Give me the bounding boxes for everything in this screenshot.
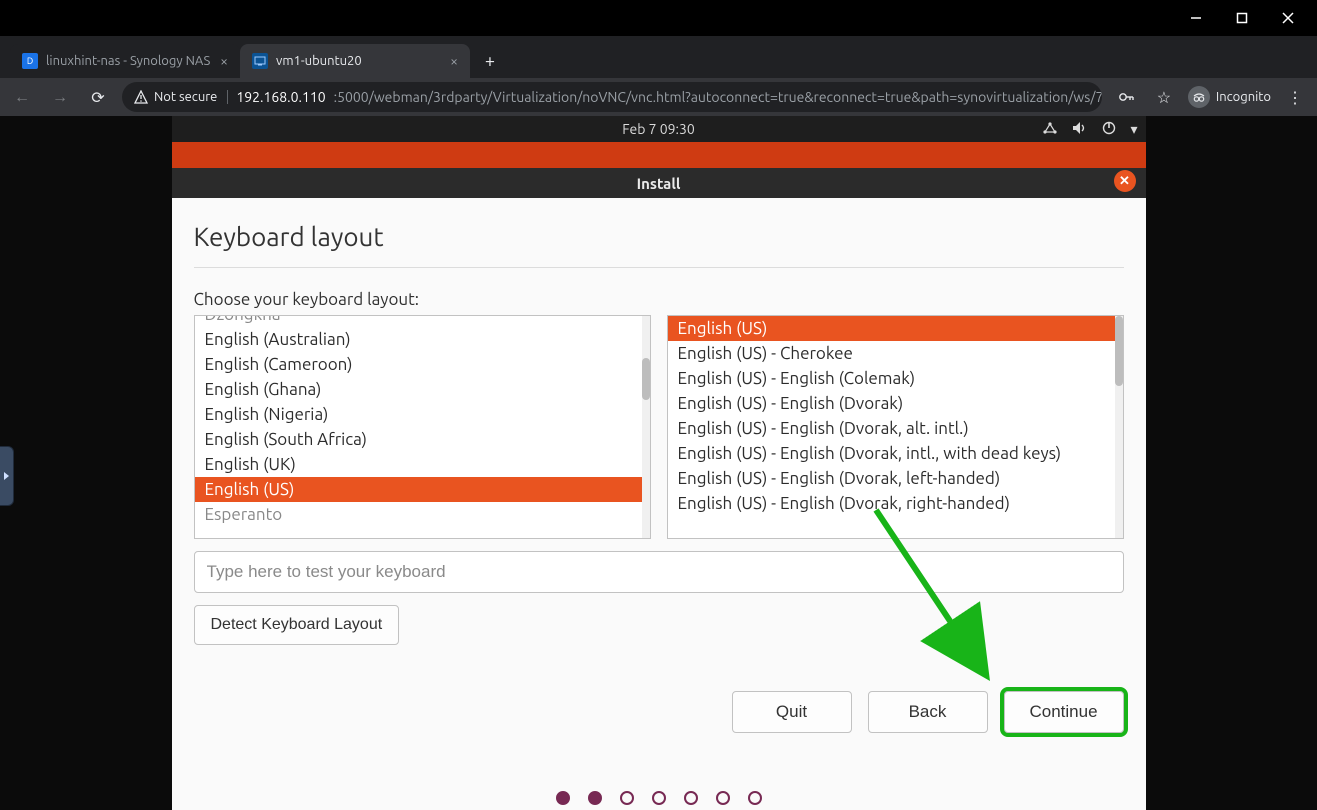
list-item[interactable]: English (Nigeria) xyxy=(195,402,650,427)
step-dot xyxy=(748,791,762,805)
layout-language-listbox[interactable]: Dzongkha English (Australian) English (C… xyxy=(194,315,651,539)
favicon-dsm-icon: D xyxy=(22,53,38,69)
divider xyxy=(194,267,1124,268)
incognito-badge[interactable]: Incognito xyxy=(1188,86,1271,108)
installer-title: Install xyxy=(637,175,681,192)
page-content: Feb 7 09:30 ▾ Install ✕ Keyboard layout … xyxy=(0,116,1317,810)
close-icon[interactable] xyxy=(1265,3,1311,33)
list-item[interactable]: Dzongkha xyxy=(195,315,650,327)
security-label: Not secure xyxy=(154,90,217,104)
clock: Feb 7 09:30 xyxy=(622,121,695,137)
list-item-selected[interactable]: English (US) xyxy=(195,477,650,502)
detect-layout-button[interactable]: Detect Keyboard Layout xyxy=(194,605,400,645)
list-item[interactable]: Esperanto xyxy=(195,502,650,527)
tab-label: linuxhint-nas - Synology NAS xyxy=(46,54,210,68)
tab-synology[interactable]: D linuxhint-nas - Synology NAS × xyxy=(10,44,240,78)
volume-icon[interactable] xyxy=(1072,121,1088,138)
bookmark-icon[interactable]: ☆ xyxy=(1150,83,1178,111)
step-dot xyxy=(620,791,634,805)
test-keyboard-input[interactable] xyxy=(194,551,1124,593)
layout-variant-listbox[interactable]: English (US) English (US) - Cherokee Eng… xyxy=(667,315,1124,539)
tab-close-icon[interactable]: × xyxy=(220,53,228,69)
list-item[interactable]: English (Ghana) xyxy=(195,377,650,402)
list-item[interactable]: English (US) - English (Dvorak, alt. int… xyxy=(668,416,1123,441)
list-item[interactable]: English (Cameroon) xyxy=(195,352,650,377)
tab-vm1[interactable]: vm1-ubuntu20 × xyxy=(240,44,470,78)
back-button[interactable]: Back xyxy=(868,691,988,733)
list-item[interactable]: English (US) - English (Dvorak, right-ha… xyxy=(668,491,1123,516)
tab-label: vm1-ubuntu20 xyxy=(276,54,362,68)
maximize-icon[interactable] xyxy=(1219,3,1265,33)
browser-toolbar: ← → ⟳ Not secure 192.168.0.110 :5000/webm… xyxy=(0,78,1317,116)
novnc-panel-handle[interactable] xyxy=(0,446,14,506)
choose-layout-label: Choose your keyboard layout: xyxy=(194,290,1124,309)
progress-dots xyxy=(194,791,1124,805)
installer-body: Keyboard layout Choose your keyboard lay… xyxy=(172,198,1146,810)
step-dot xyxy=(684,791,698,805)
power-icon[interactable] xyxy=(1102,121,1116,138)
step-dot xyxy=(556,791,570,805)
warning-icon xyxy=(134,90,148,104)
installer-close-button[interactable]: ✕ xyxy=(1114,170,1136,192)
tab-close-icon[interactable]: × xyxy=(450,53,458,69)
list-item[interactable]: English (US) - English (Dvorak) xyxy=(668,391,1123,416)
list-item[interactable]: English (US) - Cherokee xyxy=(668,341,1123,366)
reload-icon[interactable]: ⟳ xyxy=(84,83,112,111)
list-item[interactable]: English (South Africa) xyxy=(195,427,650,452)
step-dot xyxy=(588,791,602,805)
back-icon[interactable]: ← xyxy=(8,83,36,111)
incognito-icon xyxy=(1188,86,1210,108)
list-item[interactable]: English (US) - English (Dvorak, left-han… xyxy=(668,466,1123,491)
list-item[interactable]: English (UK) xyxy=(195,452,650,477)
window-titlebar xyxy=(0,0,1317,36)
favicon-vm-icon xyxy=(252,53,268,69)
page-heading: Keyboard layout xyxy=(194,222,1124,251)
menu-icon[interactable]: ⋮ xyxy=(1281,83,1309,111)
url-host: 192.168.0.110 xyxy=(236,89,325,105)
scrollbar[interactable] xyxy=(1115,316,1123,538)
scrollbar[interactable] xyxy=(642,316,650,538)
scroll-thumb[interactable] xyxy=(642,358,650,400)
new-tab-button[interactable]: + xyxy=(476,47,504,75)
network-icon[interactable] xyxy=(1042,121,1058,138)
list-item[interactable]: English (Australian) xyxy=(195,327,650,352)
list-item[interactable]: English (US) - English (Colemak) xyxy=(668,366,1123,391)
minimize-icon[interactable] xyxy=(1173,3,1219,33)
scroll-thumb[interactable] xyxy=(1115,316,1123,386)
key-icon[interactable] xyxy=(1112,83,1140,111)
step-dot xyxy=(652,791,666,805)
incognito-label: Incognito xyxy=(1216,90,1271,104)
chevron-down-icon[interactable]: ▾ xyxy=(1130,121,1137,138)
address-bar[interactable]: Not secure 192.168.0.110 :5000/webman/3rd… xyxy=(122,82,1102,112)
list-item-selected[interactable]: English (US) xyxy=(668,316,1123,341)
url-path: :5000/webman/3rdparty/Virtualization/noV… xyxy=(334,89,1102,105)
continue-button[interactable]: Continue xyxy=(1004,691,1124,733)
forward-icon[interactable]: → xyxy=(46,83,74,111)
step-dot xyxy=(716,791,730,805)
vm-screen: Feb 7 09:30 ▾ Install ✕ Keyboard layout … xyxy=(172,116,1146,810)
tab-strip: D linuxhint-nas - Synology NAS × vm1-ubu… xyxy=(0,36,1317,78)
list-item[interactable]: English (US) - English (Dvorak, intl., w… xyxy=(668,441,1123,466)
decorative-strip xyxy=(172,142,1146,168)
gnome-topbar[interactable]: Feb 7 09:30 ▾ xyxy=(172,116,1146,142)
quit-button[interactable]: Quit xyxy=(732,691,852,733)
installer-titlebar: Install ✕ xyxy=(172,168,1146,198)
